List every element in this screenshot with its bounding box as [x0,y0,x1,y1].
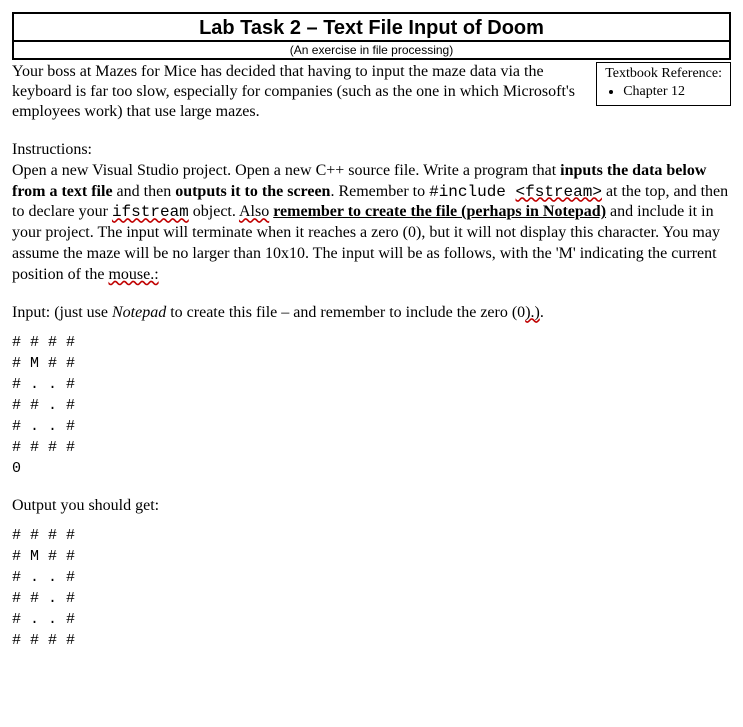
reference-heading: Textbook Reference: [605,65,722,83]
instr-text: Open a new Visual Studio project. Open a… [12,162,560,179]
code-fstream: <fstream> [516,183,602,201]
instr-text: object. [189,203,239,220]
instr-bold-underline: remember to create the file (perhaps in … [273,203,606,220]
input-data-block: # # # # # M # # # . . # # # . # # . . # … [12,332,731,479]
input-label-c: to create this file – and remember to in… [166,304,525,321]
instr-mouse: mouse.: [108,266,158,283]
instr-text: and then [113,183,176,200]
input-label-notepad: Notepad [112,304,166,321]
page-subtitle: (An exercise in file processing) [290,43,453,57]
code-ifstream: ifstream [112,203,189,221]
instr-also: Also [239,203,269,220]
instructions-heading: Instructions: [12,140,731,161]
instr-bold-2: outputs it to the screen [175,183,330,200]
instructions-block: Instructions: Open a new Visual Studio p… [12,140,731,286]
input-label-e: . [540,304,544,321]
input-label-a: Input: (just use [12,304,112,321]
subtitle-box: (An exercise in file processing) [12,42,731,60]
page-title: Lab Task 2 – Text File Input of Doom [199,17,544,39]
textbook-reference-box: Textbook Reference: Chapter 12 [596,62,731,106]
reference-item: Chapter 12 [623,83,722,101]
code-include: #include [429,183,515,201]
input-label-paren: ).) [525,304,540,321]
output-label: Output you should get: [12,497,731,515]
input-label: Input: (just use Notepad to create this … [12,304,731,322]
instr-text: . Remember to [330,183,429,200]
intro-text: Your boss at Mazes for Mice has decided … [12,63,575,120]
output-data-block: # # # # # M # # # . . # # # . # # . . # … [12,525,731,651]
title-box: Lab Task 2 – Text File Input of Doom [12,12,731,42]
